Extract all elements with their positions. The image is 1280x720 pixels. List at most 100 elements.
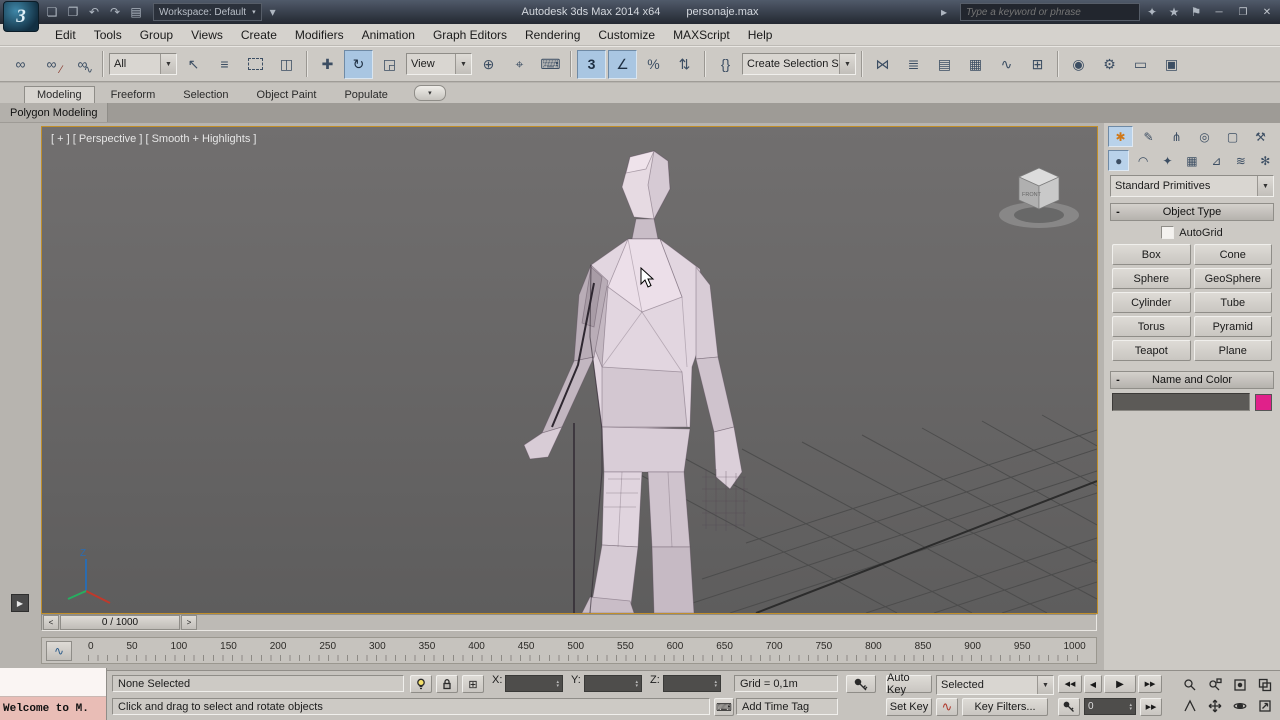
- project-folder-icon[interactable]: ▤: [126, 3, 146, 21]
- next-frame-icon[interactable]: ▶▶: [1140, 698, 1162, 716]
- angle-snap-icon[interactable]: ∠: [608, 49, 637, 79]
- open-file-icon[interactable]: ❐: [63, 3, 83, 21]
- time-slider[interactable]: < 0 / 1000 >: [41, 614, 1097, 631]
- geometry-category-dropdown[interactable]: Standard Primitives ▼: [1110, 175, 1274, 197]
- track-bar[interactable]: ∿ 0 50 100 150 200 250 300 350 400 450 500 550…: [41, 637, 1097, 664]
- reference-coordinate-dropdown[interactable]: View ▼: [406, 53, 472, 75]
- perspective-viewport[interactable]: [ + ] [ Perspective ] [ Smooth + Highlig…: [41, 126, 1098, 614]
- menu-rendering[interactable]: Rendering: [516, 24, 589, 45]
- undo-icon[interactable]: ↶: [84, 3, 104, 21]
- tab-hierarchy-icon[interactable]: ⋔: [1164, 126, 1189, 147]
- auto-key-button[interactable]: Auto Key: [886, 672, 932, 696]
- viewport-label[interactable]: [ + ] [ Perspective ] [ Smooth + Highlig…: [51, 133, 256, 145]
- zoom-icon[interactable]: [1178, 675, 1202, 695]
- current-frame-field[interactable]: 0 ▴ ▾: [1084, 698, 1136, 715]
- percent-snap-icon[interactable]: %: [639, 50, 668, 79]
- unlink-selection-icon[interactable]: ∞ ∕: [37, 50, 66, 79]
- toolbar-overflow-icon[interactable]: ▾: [263, 3, 283, 21]
- favorites-icon[interactable]: ★: [1164, 3, 1184, 21]
- orbit-icon[interactable]: [1228, 696, 1252, 716]
- menu-maxscript[interactable]: MAXScript: [664, 24, 739, 45]
- align-icon[interactable]: ≣: [899, 50, 928, 79]
- time-slider-thumb[interactable]: 0 / 1000: [60, 615, 180, 630]
- spinner-snap-icon[interactable]: ⇅: [670, 50, 699, 79]
- teapot-button[interactable]: Teapot: [1112, 340, 1191, 361]
- ribbon-minimize-icon[interactable]: ▾: [413, 85, 446, 101]
- new-key-tangent-icon[interactable]: ∿: [936, 698, 958, 716]
- pan-icon[interactable]: [1203, 696, 1227, 716]
- menu-group[interactable]: Group: [131, 24, 182, 45]
- tab-utilities-icon[interactable]: ⚒: [1248, 126, 1273, 147]
- set-key-button[interactable]: Set Key: [886, 698, 932, 716]
- macro-recorder-pane[interactable]: [0, 668, 106, 697]
- snaps-toggle-icon[interactable]: 3: [577, 49, 606, 79]
- menu-help[interactable]: Help: [739, 24, 782, 45]
- keyboard-override-mini-icon[interactable]: ⌨: [714, 698, 734, 716]
- x-coordinate-field[interactable]: ▴ ▾: [505, 675, 563, 692]
- tab-display-icon[interactable]: ▢: [1220, 126, 1245, 147]
- category-cameras-icon[interactable]: ▦: [1181, 150, 1202, 171]
- workspace-dropdown[interactable]: Workspace: Default ▾: [153, 3, 262, 21]
- geosphere-button[interactable]: GeoSphere: [1193, 268, 1272, 289]
- layer-manager-icon[interactable]: ▤: [930, 50, 959, 79]
- play-animation-icon[interactable]: ▶: [1104, 675, 1136, 693]
- torus-button[interactable]: Torus: [1112, 316, 1191, 337]
- menu-graph-editors[interactable]: Graph Editors: [424, 24, 516, 45]
- category-spacewarps-icon[interactable]: ≋: [1230, 150, 1251, 171]
- render-setup-icon[interactable]: ⚙: [1095, 50, 1124, 79]
- select-and-scale-icon[interactable]: ◲: [375, 50, 404, 79]
- name-color-header[interactable]: - Name and Color: [1110, 371, 1274, 389]
- object-name-field[interactable]: [1112, 393, 1250, 411]
- category-helpers-icon[interactable]: ⊿: [1206, 150, 1227, 171]
- app-logo-icon[interactable]: 3: [3, 1, 39, 32]
- sphere-button[interactable]: Sphere: [1112, 268, 1191, 289]
- render-production-icon[interactable]: ▣: [1157, 50, 1186, 79]
- category-geometry-icon[interactable]: ●: [1108, 150, 1130, 171]
- keyboard-shortcut-override-icon[interactable]: ⌨: [536, 50, 565, 79]
- selection-filter-dropdown[interactable]: All ▼: [109, 53, 177, 75]
- menu-create[interactable]: Create: [232, 24, 286, 45]
- view-cube[interactable]: FRONT: [989, 153, 1089, 235]
- zoom-extents-all-icon[interactable]: [1253, 675, 1277, 695]
- restore-button[interactable]: ❐: [1232, 3, 1254, 21]
- box-button[interactable]: Box: [1112, 244, 1191, 265]
- tab-selection[interactable]: Selection: [171, 87, 240, 103]
- menu-animation[interactable]: Animation: [353, 24, 424, 45]
- curve-editor-icon[interactable]: ∿: [992, 50, 1021, 79]
- rect-selection-region-icon[interactable]: [241, 50, 270, 79]
- tab-freeform[interactable]: Freeform: [99, 87, 168, 103]
- lock-selection-icon[interactable]: [436, 675, 458, 693]
- go-to-end-icon[interactable]: ▶▶: [1138, 675, 1162, 693]
- menu-tools[interactable]: Tools: [85, 24, 131, 45]
- mirror-icon[interactable]: ⋈: [868, 50, 897, 79]
- tab-motion-icon[interactable]: ◎: [1192, 126, 1217, 147]
- menu-modifiers[interactable]: Modifiers: [286, 24, 353, 45]
- search-input[interactable]: [961, 4, 1149, 20]
- key-selection-dropdown[interactable]: Selected ▼: [936, 675, 1054, 695]
- select-and-manipulate-icon[interactable]: ⌖: [505, 50, 534, 79]
- menu-views[interactable]: Views: [182, 24, 232, 45]
- tube-button[interactable]: Tube: [1193, 292, 1272, 313]
- absolute-offset-icon[interactable]: ⊞: [462, 675, 484, 693]
- menu-customize[interactable]: Customize: [589, 24, 664, 45]
- maximize-viewport-icon[interactable]: [1253, 696, 1277, 716]
- field-of-view-icon[interactable]: [1178, 696, 1202, 716]
- schematic-view-icon[interactable]: ⊞: [1023, 50, 1052, 79]
- mini-curve-editor-icon[interactable]: ∿: [46, 641, 72, 661]
- tab-populate[interactable]: Populate: [332, 87, 399, 103]
- tab-object-paint[interactable]: Object Paint: [245, 87, 329, 103]
- key-mode-toggle-icon[interactable]: [1058, 698, 1080, 716]
- select-and-move-icon[interactable]: ✚: [313, 50, 342, 79]
- communication-icon[interactable]: ⚑: [1186, 3, 1206, 21]
- next-frame-arrow[interactable]: >: [181, 615, 197, 630]
- z-coordinate-field[interactable]: ▴ ▾: [663, 675, 721, 692]
- listener-pane[interactable]: Welcome to M.: [0, 697, 106, 720]
- mini-listener-open-icon[interactable]: ▶: [11, 594, 29, 612]
- autogrid-checkbox[interactable]: [1161, 226, 1175, 239]
- close-button[interactable]: ✕: [1256, 3, 1278, 21]
- named-selection-set-dropdown[interactable]: Create Selection Se ▼: [742, 53, 856, 75]
- go-to-start-icon[interactable]: ◀◀: [1058, 675, 1082, 693]
- plane-button[interactable]: Plane: [1193, 340, 1272, 361]
- add-time-tag[interactable]: Add Time Tag: [736, 698, 838, 715]
- material-editor-icon[interactable]: ◉: [1064, 50, 1093, 79]
